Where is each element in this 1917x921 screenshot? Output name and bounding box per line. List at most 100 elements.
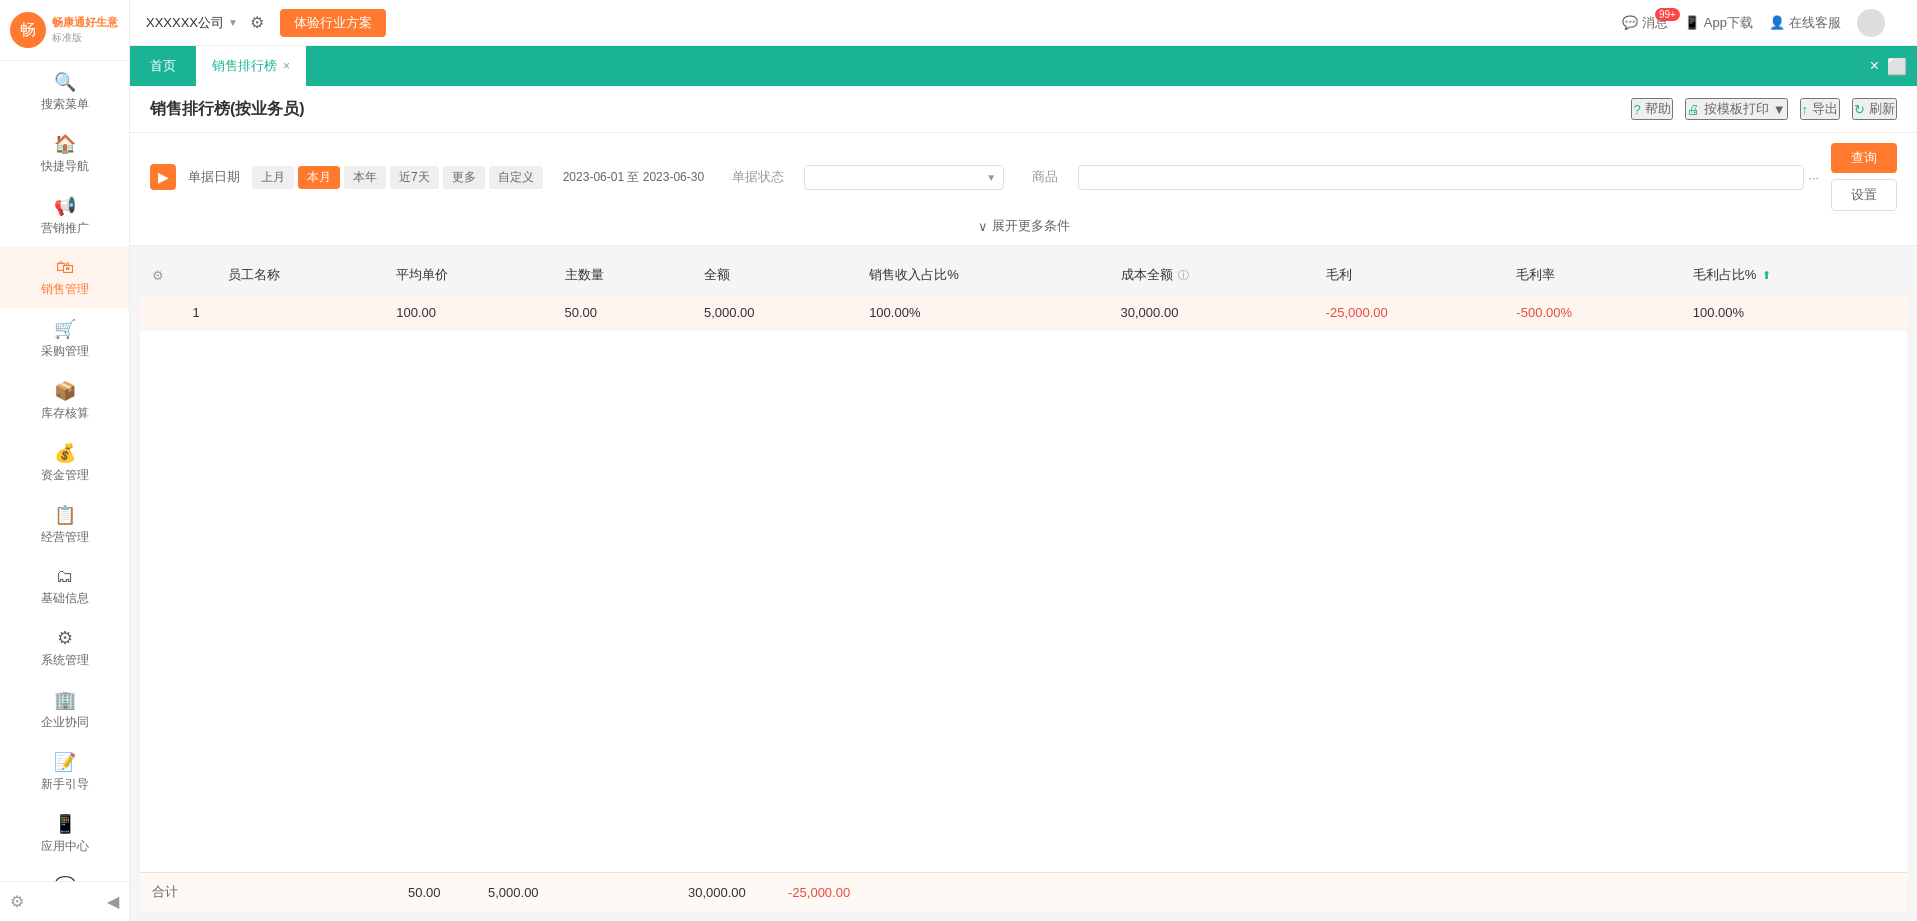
company-name: XXXXXX公司 [146, 14, 224, 32]
service-icon: 👤 [1769, 15, 1785, 30]
tab-sales-ranking[interactable]: 销售排行榜 × [196, 46, 306, 86]
footer-avg-price [328, 885, 408, 900]
topbar: XXXXXX公司 ▼ ⚙ 体验行业方案 💬 消息 99+ 📱 App下载 👤 在… [130, 0, 1917, 46]
sidebar-item-label: 企业协同 [41, 714, 89, 731]
date-year[interactable]: 本年 [344, 166, 386, 189]
footer-label: 合计 [152, 883, 192, 901]
filter-expand-arrow[interactable]: ▶ [150, 164, 176, 190]
sidebar-item-purchase[interactable]: 🛒 采购管理 [0, 308, 129, 370]
purchase-icon: 🛒 [54, 318, 76, 340]
online-service-button[interactable]: 👤 在线客服 [1769, 14, 1841, 32]
print-button[interactable]: 🖨 按模板打印 ▼ [1685, 98, 1788, 120]
sidebar-item-inventory[interactable]: 📦 库存核算 [0, 370, 129, 432]
enterprise-icon: 🏢 [54, 689, 76, 711]
row-cost-cell: 30,000.00 [1109, 295, 1314, 331]
inventory-icon: 📦 [54, 380, 76, 402]
sidebar-item-system[interactable]: ⚙ 系统管理 [0, 617, 129, 679]
date-custom[interactable]: 自定义 [489, 166, 543, 189]
table-row: 1 100.00 50.00 5,000.00 100.00% 30,000.0… [140, 295, 1907, 331]
date-range-display: 2023-06-01 至 2023-06-30 [563, 169, 704, 186]
table-container: ⚙ 员工名称 平均单价 主数量 全额 销售收入占比% 成本全额 ⓘ 毛利 [140, 256, 1907, 872]
sidebar-item-quicknav[interactable]: 🏠 快捷导航 [0, 123, 129, 185]
expand-row: ∨ 展开更多条件 [150, 217, 1897, 235]
export-button[interactable]: ↑ 导出 [1800, 98, 1841, 120]
sidebar-item-operations[interactable]: 📋 经营管理 [0, 494, 129, 556]
window-restore-icon[interactable]: ⬜ [1887, 57, 1907, 76]
logo-text-block: 畅康通好生意 标准版 [52, 15, 118, 44]
sidebar-item-enterprise[interactable]: 🏢 企业协同 [0, 679, 129, 741]
refresh-button[interactable]: ↻ 刷新 [1852, 98, 1897, 120]
date-curr-month[interactable]: 本月 [298, 166, 340, 189]
expand-conditions-button[interactable]: ∨ 展开更多条件 [978, 217, 1070, 235]
date-7days[interactable]: 近7天 [390, 166, 439, 189]
user-avatar[interactable] [1857, 9, 1885, 37]
col-profit: 毛利 [1314, 256, 1505, 295]
goods-more-icon[interactable]: ··· [1808, 170, 1819, 185]
col-cost: 成本全额 ⓘ [1109, 256, 1314, 295]
col-sales-pct: 销售收入占比% [857, 256, 1108, 295]
row-amount-cell: 5,000.00 [692, 295, 857, 331]
date-more[interactable]: 更多 [443, 166, 485, 189]
status-select[interactable] [804, 165, 1004, 190]
col-settings[interactable]: ⚙ [140, 256, 176, 295]
sidebar-logo: 畅 畅康通好生意 标准版 [0, 0, 129, 61]
print-arrow: ▼ [1773, 102, 1786, 117]
setting-button[interactable]: 设置 [1831, 179, 1897, 211]
home-icon: 🏠 [54, 133, 76, 155]
expand-chevron-icon: ∨ [978, 219, 988, 234]
operations-icon: 📋 [54, 504, 76, 526]
footer-profit: -25,000.00 [788, 885, 888, 900]
cost-info-icon: ⓘ [1178, 269, 1189, 281]
sidebar-nav: 🔍 搜索菜单 🏠 快捷导航 📢 营销推广 🛍 销售管理 🛒 采购管理 📦 库存核… [0, 61, 129, 881]
date-prev-month[interactable]: 上月 [252, 166, 294, 189]
filter-row-1: ▶ 单据日期 上月 本月 本年 近7天 更多 自定义 2023-06-01 至 … [150, 143, 1897, 211]
help-icon: ? [1633, 102, 1640, 117]
footer-empty2 [228, 885, 328, 900]
table-settings-icon: ⚙ [152, 268, 164, 283]
expand-arrow-icon: ▶ [158, 169, 169, 185]
sidebar-item-wechat[interactable]: 💬 企业微信 [0, 865, 129, 881]
message-button[interactable]: 💬 消息 99+ [1622, 14, 1668, 32]
sidebar-item-label: 资金管理 [41, 467, 89, 484]
collapse-icon[interactable]: ◀ [107, 892, 119, 911]
filter-status-label: 单据状态 [732, 168, 784, 186]
window-close-icon[interactable]: × [1870, 57, 1879, 75]
row-profit-cell: -25,000.00 [1314, 295, 1505, 331]
sidebar-item-label: 搜索菜单 [41, 96, 89, 113]
row-avg-price-cell: 100.00 [384, 295, 552, 331]
table-footer: 合计 50.00 5,000.00 30,000.00 -25,000.00 [140, 872, 1907, 911]
sidebar-item-guide[interactable]: 📝 新手引导 [0, 741, 129, 803]
sidebar-item-marketing[interactable]: 📢 营销推广 [0, 185, 129, 247]
help-label: 帮助 [1645, 100, 1671, 118]
sidebar-item-label: 新手引导 [41, 776, 89, 793]
tab-home[interactable]: 首页 [130, 46, 196, 86]
basic-icon: 🗂 [56, 566, 74, 587]
topbar-gear-icon[interactable]: ⚙ [250, 13, 264, 32]
company-selector[interactable]: XXXXXX公司 ▼ [146, 14, 238, 32]
trial-button[interactable]: 体验行业方案 [280, 9, 386, 37]
sidebar-item-basic[interactable]: 🗂 基础信息 [0, 556, 129, 617]
refresh-label: 刷新 [1869, 100, 1895, 118]
sidebar-item-appcenter[interactable]: 📱 应用中心 [0, 803, 129, 865]
service-label: 在线客服 [1789, 14, 1841, 32]
sidebar: 畅 畅康通好生意 标准版 🔍 搜索菜单 🏠 快捷导航 📢 营销推广 🛍 销售管理… [0, 0, 130, 921]
sidebar-item-label: 应用中心 [41, 838, 89, 855]
query-button[interactable]: 查询 [1831, 143, 1897, 173]
sidebar-item-finance[interactable]: 💰 资金管理 [0, 432, 129, 494]
app-download-button[interactable]: 📱 App下载 [1684, 14, 1753, 32]
table-header-row: ⚙ 员工名称 平均单价 主数量 全额 销售收入占比% 成本全额 ⓘ 毛利 [140, 256, 1907, 295]
marketing-icon: 📢 [54, 195, 76, 217]
settings-bottom-icon[interactable]: ⚙ [10, 892, 24, 911]
footer-amount: 5,000.00 [488, 885, 588, 900]
tab-close-icon[interactable]: × [283, 59, 290, 73]
main-area: XXXXXX公司 ▼ ⚙ 体验行业方案 💬 消息 99+ 📱 App下载 👤 在… [130, 0, 1917, 921]
sidebar-item-sales[interactable]: 🛍 销售管理 [0, 247, 129, 308]
help-button[interactable]: ? 帮助 [1631, 98, 1672, 120]
guide-icon: 📝 [54, 751, 76, 773]
page-header: 销售排行榜(按业务员) ? 帮助 🖨 按模板打印 ▼ ↑ 导出 ↻ 刷新 [130, 86, 1917, 133]
goods-input[interactable] [1078, 165, 1804, 190]
sidebar-item-search[interactable]: 🔍 搜索菜单 [0, 61, 129, 123]
goods-filter-label: 商品 [1032, 168, 1058, 186]
expand-conditions-label: 展开更多条件 [992, 217, 1070, 235]
footer-cost: 30,000.00 [688, 885, 788, 900]
